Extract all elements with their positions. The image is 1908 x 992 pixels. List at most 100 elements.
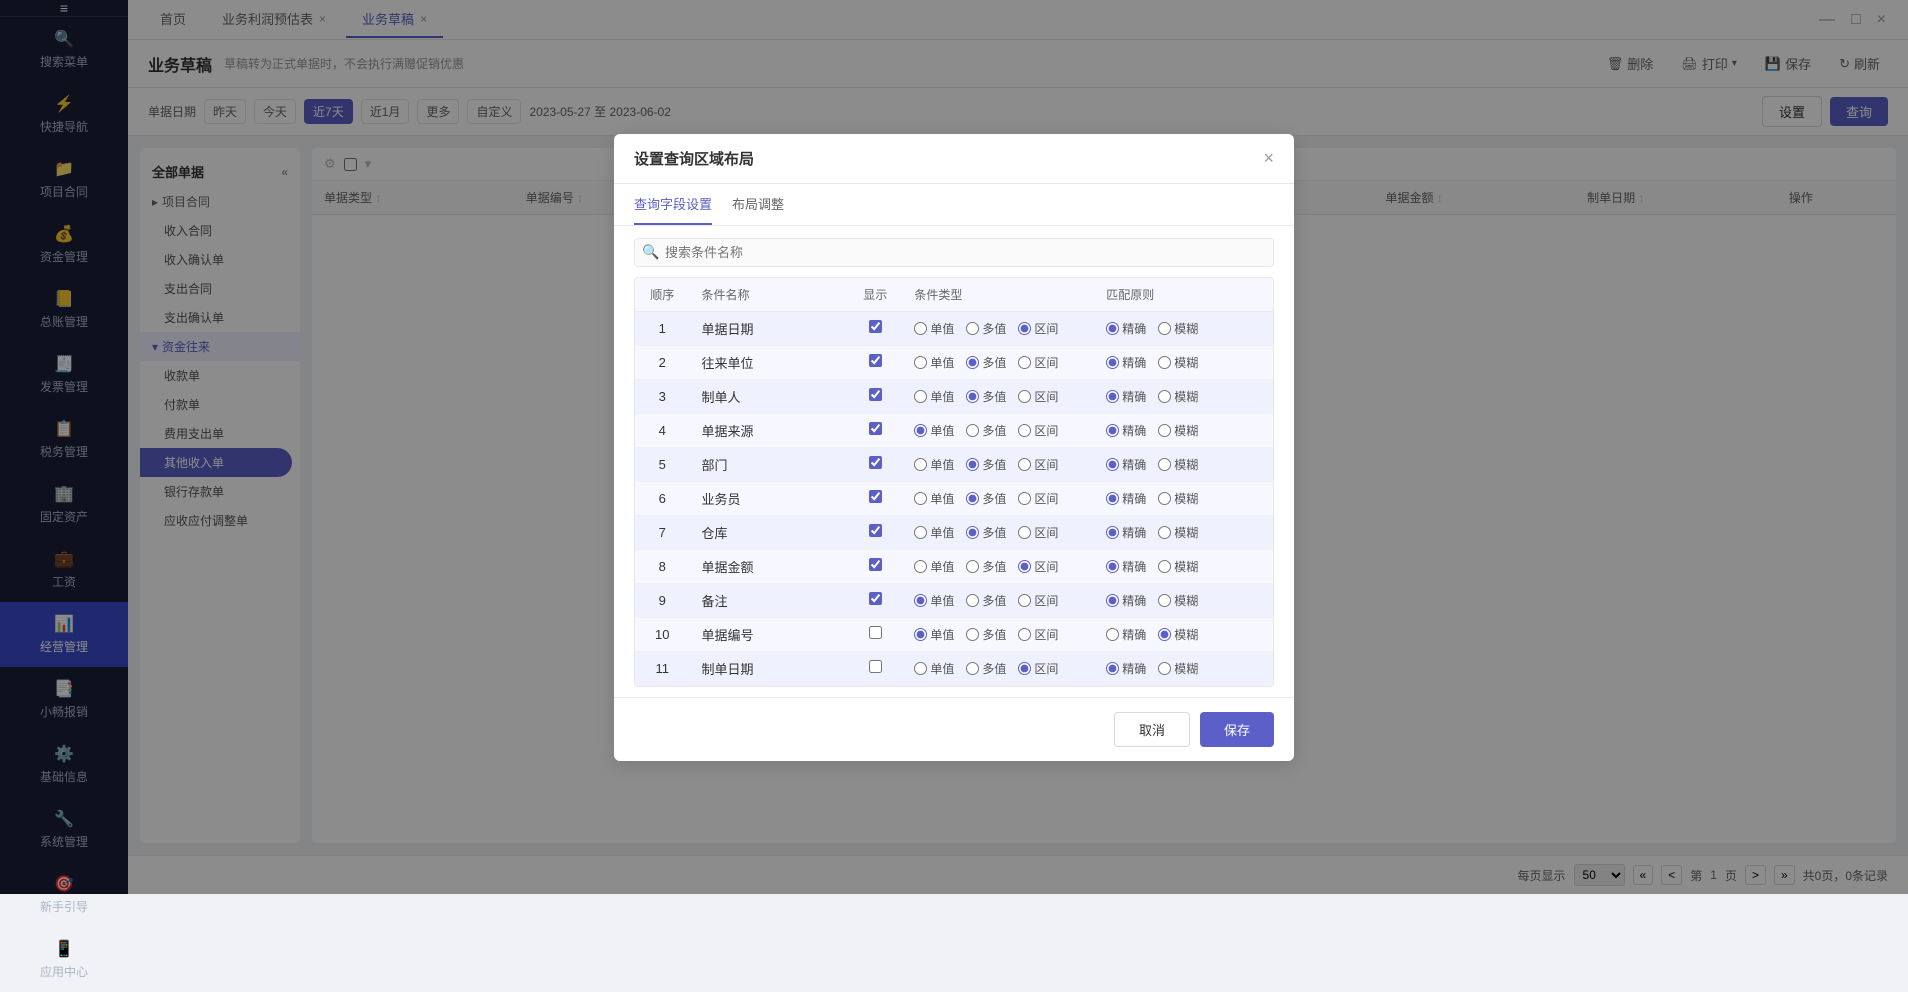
match-模糊-6[interactable]: 模糊 [1158, 490, 1198, 507]
match-精确-11[interactable]: 精确 [1106, 660, 1146, 677]
match-模糊-1[interactable]: 模糊 [1158, 320, 1198, 337]
condtype-单值-10[interactable]: 单值 [914, 626, 954, 643]
row-show-4[interactable] [848, 413, 902, 447]
condtype-单值-3[interactable]: 单值 [914, 388, 954, 405]
condtype-单值-7[interactable]: 单值 [914, 524, 954, 541]
condtype-区间-7[interactable]: 区间 [1018, 524, 1058, 541]
condtype-单值-8[interactable]: 单值 [914, 558, 954, 575]
condtype-区间-4[interactable]: 区间 [1018, 422, 1058, 439]
condtype-区间-11[interactable]: 区间 [1018, 660, 1058, 677]
match-精确-1[interactable]: 精确 [1106, 320, 1146, 337]
row-show-5[interactable] [848, 447, 902, 481]
condtype-区间-10[interactable]: 区间 [1018, 626, 1058, 643]
condtype-区间-8[interactable]: 区间 [1018, 558, 1058, 575]
match-模糊-10[interactable]: 模糊 [1158, 626, 1198, 643]
row-match-2[interactable]: 精确模糊 [1094, 345, 1273, 379]
condtype-多值-4[interactable]: 多值 [966, 422, 1006, 439]
row-show-3[interactable] [848, 379, 902, 413]
row-show-9[interactable] [848, 583, 902, 617]
condtype-区间-9[interactable]: 区间 [1018, 592, 1058, 609]
show-checkbox-11[interactable] [869, 660, 882, 673]
sidebar-item-app[interactable]: 📱 应用中心 [0, 927, 128, 992]
row-match-10[interactable]: 精确模糊 [1094, 617, 1273, 651]
match-精确-2[interactable]: 精确 [1106, 354, 1146, 371]
row-condtype-8[interactable]: 单值多值区间 [902, 549, 1094, 583]
condtype-区间-3[interactable]: 区间 [1018, 388, 1058, 405]
condtype-多值-3[interactable]: 多值 [966, 388, 1006, 405]
tab-query-fields[interactable]: 查询字段设置 [634, 184, 712, 225]
match-精确-3[interactable]: 精确 [1106, 388, 1146, 405]
row-match-1[interactable]: 精确模糊 [1094, 311, 1273, 345]
match-精确-8[interactable]: 精确 [1106, 558, 1146, 575]
row-show-11[interactable] [848, 651, 902, 685]
row-condtype-4[interactable]: 单值多值区间 [902, 413, 1094, 447]
condtype-多值-10[interactable]: 多值 [966, 626, 1006, 643]
condtype-多值-5[interactable]: 多值 [966, 456, 1006, 473]
show-checkbox-9[interactable] [869, 592, 882, 605]
row-show-10[interactable] [848, 617, 902, 651]
dialog-overlay[interactable]: 设置查询区域布局 × 查询字段设置 布局调整 🔍 [0, 0, 1908, 894]
match-模糊-3[interactable]: 模糊 [1158, 388, 1198, 405]
condtype-多值-1[interactable]: 多值 [966, 320, 1006, 337]
condition-search-input[interactable] [634, 238, 1274, 267]
condtype-区间-6[interactable]: 区间 [1018, 490, 1058, 507]
show-checkbox-7[interactable] [869, 524, 882, 537]
cancel-button[interactable]: 取消 [1114, 712, 1190, 747]
condtype-单值-5[interactable]: 单值 [914, 456, 954, 473]
show-checkbox-6[interactable] [869, 490, 882, 503]
show-checkbox-10[interactable] [869, 626, 882, 639]
row-show-6[interactable] [848, 481, 902, 515]
match-模糊-4[interactable]: 模糊 [1158, 422, 1198, 439]
condtype-单值-11[interactable]: 单值 [914, 660, 954, 677]
row-show-1[interactable] [848, 311, 902, 345]
row-match-3[interactable]: 精确模糊 [1094, 379, 1273, 413]
condtype-单值-9[interactable]: 单值 [914, 592, 954, 609]
condtype-单值-2[interactable]: 单值 [914, 354, 954, 371]
match-精确-9[interactable]: 精确 [1106, 592, 1146, 609]
condtype-多值-9[interactable]: 多值 [966, 592, 1006, 609]
condtype-单值-6[interactable]: 单值 [914, 490, 954, 507]
match-精确-10[interactable]: 精确 [1106, 626, 1146, 643]
match-精确-5[interactable]: 精确 [1106, 456, 1146, 473]
row-condtype-10[interactable]: 单值多值区间 [902, 617, 1094, 651]
row-match-4[interactable]: 精确模糊 [1094, 413, 1273, 447]
match-模糊-11[interactable]: 模糊 [1158, 660, 1198, 677]
match-模糊-9[interactable]: 模糊 [1158, 592, 1198, 609]
condtype-多值-11[interactable]: 多值 [966, 660, 1006, 677]
row-condtype-5[interactable]: 单值多值区间 [902, 447, 1094, 481]
show-checkbox-1[interactable] [869, 320, 882, 333]
condtype-多值-8[interactable]: 多值 [966, 558, 1006, 575]
row-show-2[interactable] [848, 345, 902, 379]
row-show-8[interactable] [848, 549, 902, 583]
row-condtype-7[interactable]: 单值多值区间 [902, 515, 1094, 549]
tab-layout-adjust[interactable]: 布局调整 [732, 184, 784, 225]
row-condtype-3[interactable]: 单值多值区间 [902, 379, 1094, 413]
row-match-11[interactable]: 精确模糊 [1094, 651, 1273, 685]
dialog-save-button[interactable]: 保存 [1200, 712, 1274, 747]
row-condtype-11[interactable]: 单值多值区间 [902, 651, 1094, 685]
row-match-8[interactable]: 精确模糊 [1094, 549, 1273, 583]
condtype-单值-1[interactable]: 单值 [914, 320, 954, 337]
condtype-区间-1[interactable]: 区间 [1018, 320, 1058, 337]
condtype-多值-2[interactable]: 多值 [966, 354, 1006, 371]
row-condtype-6[interactable]: 单值多值区间 [902, 481, 1094, 515]
condtype-区间-5[interactable]: 区间 [1018, 456, 1058, 473]
condtype-单值-4[interactable]: 单值 [914, 422, 954, 439]
condtype-多值-7[interactable]: 多值 [966, 524, 1006, 541]
show-checkbox-2[interactable] [869, 354, 882, 367]
row-match-5[interactable]: 精确模糊 [1094, 447, 1273, 481]
show-checkbox-3[interactable] [869, 388, 882, 401]
row-condtype-2[interactable]: 单值多值区间 [902, 345, 1094, 379]
condtype-多值-6[interactable]: 多值 [966, 490, 1006, 507]
condtype-区间-2[interactable]: 区间 [1018, 354, 1058, 371]
match-精确-7[interactable]: 精确 [1106, 524, 1146, 541]
row-condtype-9[interactable]: 单值多值区间 [902, 583, 1094, 617]
match-精确-6[interactable]: 精确 [1106, 490, 1146, 507]
row-match-9[interactable]: 精确模糊 [1094, 583, 1273, 617]
show-checkbox-5[interactable] [869, 456, 882, 469]
match-模糊-2[interactable]: 模糊 [1158, 354, 1198, 371]
row-match-7[interactable]: 精确模糊 [1094, 515, 1273, 549]
row-match-6[interactable]: 精确模糊 [1094, 481, 1273, 515]
match-模糊-5[interactable]: 模糊 [1158, 456, 1198, 473]
match-模糊-8[interactable]: 模糊 [1158, 558, 1198, 575]
